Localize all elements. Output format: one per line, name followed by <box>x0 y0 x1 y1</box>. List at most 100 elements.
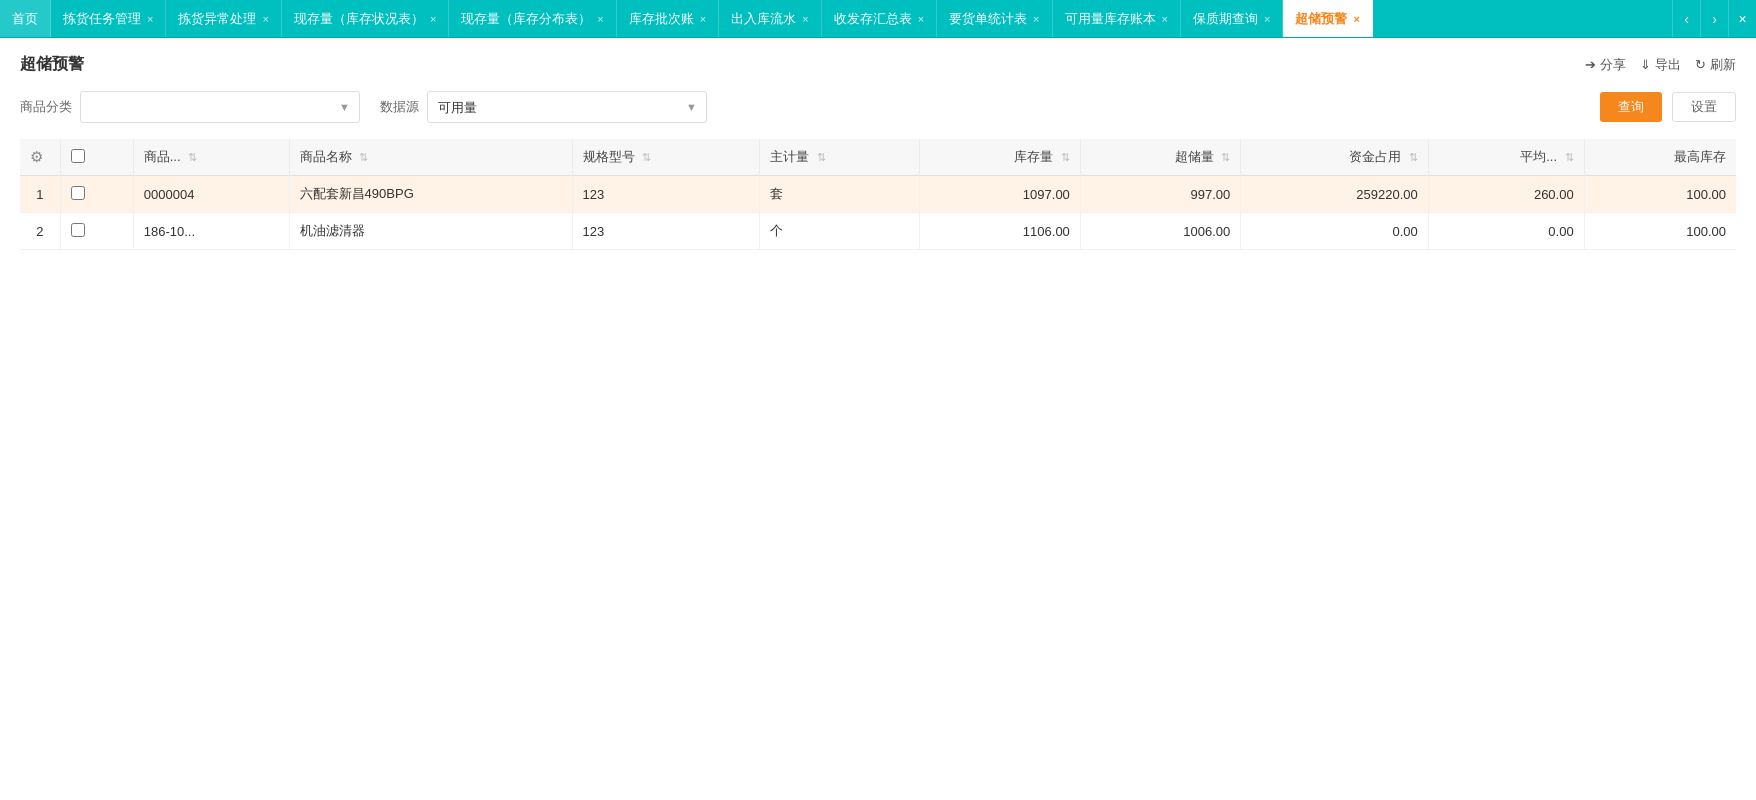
avg-cell: 260.00 <box>1428 176 1584 213</box>
overstock-cell: 997.00 <box>1080 176 1240 213</box>
category-filter-group: 商品分类 ▼ <box>20 91 360 123</box>
datasource-label: 数据源 <box>380 98 419 116</box>
nav-next-arrow[interactable]: › <box>1700 0 1728 38</box>
capital-cell: 0.00 <box>1241 213 1429 250</box>
sort-capital-icon: ⇅ <box>1409 151 1418 164</box>
header-actions: ➔ 分享 ⇓ 导出 ↻ 刷新 <box>1585 56 1736 74</box>
nav-close-inventory-status[interactable]: × <box>430 13 436 25</box>
stock-cell: 1097.00 <box>920 176 1080 213</box>
nav-item-collect-send[interactable]: 收发存汇总表 × <box>822 0 937 38</box>
page-container: 超储预警 ➔ 分享 ⇓ 导出 ↻ 刷新 商品分类 ▼ <box>0 38 1756 800</box>
refresh-button[interactable]: ↻ 刷新 <box>1695 56 1736 74</box>
col-product-code-header[interactable]: 商品... ⇅ <box>133 139 289 176</box>
sort-product-code-icon: ⇅ <box>188 151 197 164</box>
product-name-cell: 机油滤清器 <box>289 213 572 250</box>
spec-cell: 123 <box>572 176 760 213</box>
filter-row: 商品分类 ▼ 数据源 可用量 库存量 ▼ 查询 设置 <box>20 91 1736 123</box>
nav-item-quality-check[interactable]: 保质期查询 × <box>1181 0 1283 38</box>
export-label: 导出 <box>1655 56 1681 74</box>
nav-item-task-mgmt[interactable]: 拣货任务管理 × <box>51 0 166 38</box>
nav-item-inventory-status[interactable]: 现存量（库存状况表） × <box>282 0 449 38</box>
nav-item-home[interactable]: 首页 <box>0 0 51 38</box>
nav-close-arrow[interactable]: × <box>1728 0 1756 38</box>
category-select[interactable] <box>80 91 360 123</box>
filter-actions: 查询 设置 <box>1600 92 1736 122</box>
capital-cell: 259220.00 <box>1241 176 1429 213</box>
table-header-row: ⚙ 商品... ⇅ 商品名称 ⇅ 规格型号 ⇅ 主计量 <box>20 139 1736 176</box>
col-product-code-label: 商品... <box>144 149 181 164</box>
product-code-cell: 0000004 <box>133 176 289 213</box>
row-checkbox-0[interactable] <box>71 186 85 200</box>
settings-button[interactable]: 设置 <box>1672 92 1736 122</box>
export-icon: ⇓ <box>1640 57 1651 72</box>
col-unit-label: 主计量 <box>770 149 809 164</box>
datasource-filter-group: 数据源 可用量 库存量 ▼ <box>380 91 707 123</box>
nav-arrows: ‹ › × <box>1672 0 1756 38</box>
spec-cell: 123 <box>572 213 760 250</box>
nav-close-abnormal[interactable]: × <box>262 13 268 25</box>
col-spec-label: 规格型号 <box>583 149 635 164</box>
nav-close-available-acct[interactable]: × <box>1162 13 1168 25</box>
stock-cell: 1106.00 <box>920 213 1080 250</box>
datasource-select[interactable]: 可用量 库存量 <box>427 91 707 123</box>
nav-item-batch[interactable]: 库存批次账 × <box>617 0 719 38</box>
nav-close-task-mgmt[interactable]: × <box>147 13 153 25</box>
nav-close-overstock[interactable]: × <box>1353 13 1359 25</box>
nav-item-inout-flow[interactable]: 出入库流水 × <box>719 0 821 38</box>
nav-close-collect-send[interactable]: × <box>918 13 924 25</box>
col-unit-header[interactable]: 主计量 ⇅ <box>760 139 920 176</box>
col-capital-header[interactable]: 资金占用 ⇅ <box>1241 139 1429 176</box>
maxstock-cell: 100.00 <box>1584 213 1736 250</box>
table-row: 10000004六配套新昌490BPG123套1097.00997.002592… <box>20 176 1736 213</box>
nav-close-inventory-dist[interactable]: × <box>597 13 603 25</box>
select-all-checkbox[interactable] <box>71 149 85 163</box>
col-product-name-label: 商品名称 <box>300 149 352 164</box>
col-gear: ⚙ <box>20 139 60 176</box>
nav-prev-arrow[interactable]: ‹ <box>1672 0 1700 38</box>
col-checkbox-header <box>60 139 133 176</box>
nav-item-available-acct[interactable]: 可用量库存账本 × <box>1053 0 1181 38</box>
col-stock-label: 库存量 <box>1014 149 1053 164</box>
seq-cell: 1 <box>20 176 60 213</box>
row-checkbox-1[interactable] <box>71 223 85 237</box>
share-button[interactable]: ➔ 分享 <box>1585 56 1626 74</box>
nav-item-overstock[interactable]: 超储预警 × <box>1283 0 1372 38</box>
avg-cell: 0.00 <box>1428 213 1584 250</box>
datasource-select-wrapper: 可用量 库存量 ▼ <box>427 91 707 123</box>
seq-cell: 2 <box>20 213 60 250</box>
category-label: 商品分类 <box>20 98 72 116</box>
table-row: 2186-10...机油滤清器123个1106.001006.000.000.0… <box>20 213 1736 250</box>
sort-stock-icon: ⇅ <box>1061 151 1070 164</box>
nav-close-inout-flow[interactable]: × <box>802 13 808 25</box>
col-overstock-header[interactable]: 超储量 ⇅ <box>1080 139 1240 176</box>
col-spec-header[interactable]: 规格型号 ⇅ <box>572 139 760 176</box>
share-label: 分享 <box>1600 56 1626 74</box>
nav-item-order-stats[interactable]: 要货单统计表 × <box>937 0 1052 38</box>
nav-item-inventory-dist[interactable]: 现存量（库存分布表） × <box>449 0 616 38</box>
checkbox-cell[interactable] <box>60 176 133 213</box>
overstock-cell: 1006.00 <box>1080 213 1240 250</box>
sort-unit-icon: ⇅ <box>817 151 826 164</box>
page-header: 超储预警 ➔ 分享 ⇓ 导出 ↻ 刷新 <box>20 54 1736 75</box>
query-button[interactable]: 查询 <box>1600 92 1662 122</box>
unit-cell: 个 <box>760 213 920 250</box>
nav-close-batch[interactable]: × <box>700 13 706 25</box>
export-button[interactable]: ⇓ 导出 <box>1640 56 1681 74</box>
top-navigation: 首页拣货任务管理 ×拣货异常处理 ×现存量（库存状况表） ×现存量（库存分布表）… <box>0 0 1756 38</box>
table-body: 10000004六配套新昌490BPG123套1097.00997.002592… <box>20 176 1736 250</box>
nav-close-order-stats[interactable]: × <box>1033 13 1039 25</box>
nav-close-quality-check[interactable]: × <box>1264 13 1270 25</box>
gear-icon[interactable]: ⚙ <box>30 148 43 165</box>
col-stock-header[interactable]: 库存量 ⇅ <box>920 139 1080 176</box>
share-icon: ➔ <box>1585 57 1596 72</box>
col-product-name-header[interactable]: 商品名称 ⇅ <box>289 139 572 176</box>
col-overstock-label: 超储量 <box>1175 149 1214 164</box>
maxstock-cell: 100.00 <box>1584 176 1736 213</box>
sort-spec-icon: ⇅ <box>642 151 651 164</box>
checkbox-cell[interactable] <box>60 213 133 250</box>
col-capital-label: 资金占用 <box>1349 149 1401 164</box>
nav-item-abnormal[interactable]: 拣货异常处理 × <box>166 0 281 38</box>
unit-cell: 套 <box>760 176 920 213</box>
data-table: ⚙ 商品... ⇅ 商品名称 ⇅ 规格型号 ⇅ 主计量 <box>20 139 1736 250</box>
col-avg-header[interactable]: 平均... ⇅ <box>1428 139 1584 176</box>
